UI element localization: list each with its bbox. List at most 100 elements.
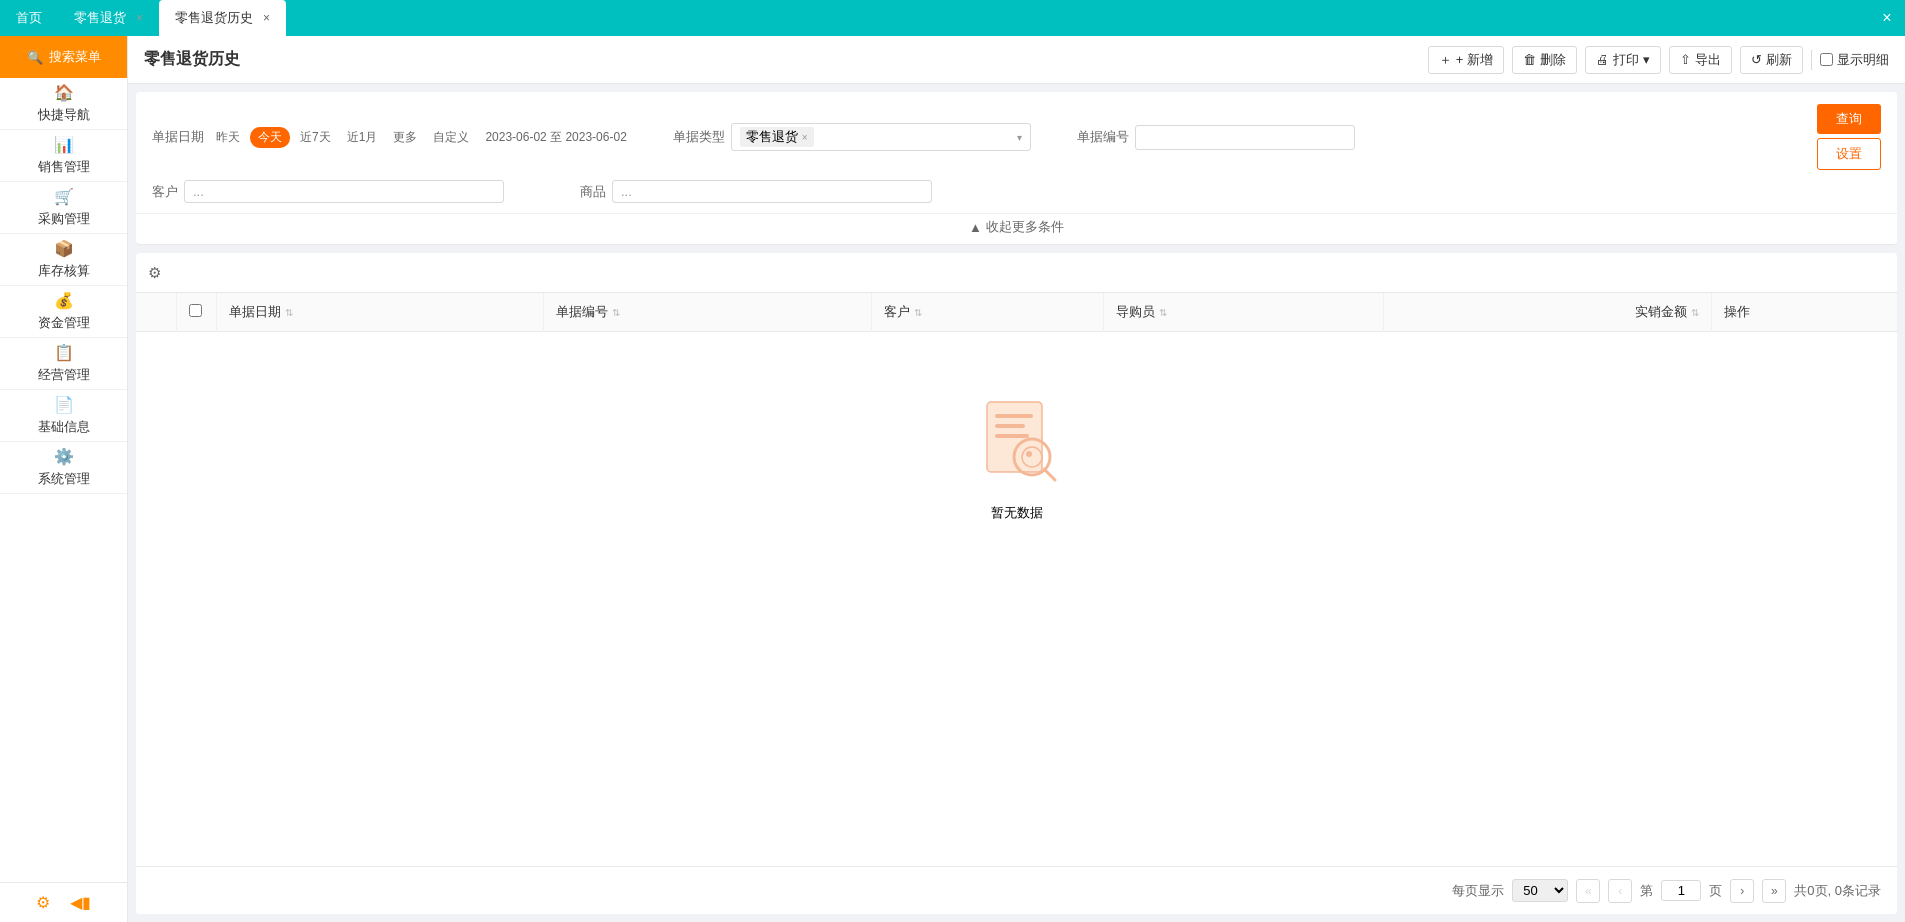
th-checkbox[interactable] [176, 293, 216, 332]
collapse-icon: ▲ [969, 220, 982, 235]
page-size-select[interactable]: 50 20 100 [1512, 879, 1568, 902]
th-customer[interactable]: 客户 ⇅ [871, 293, 1103, 332]
page-title: 零售退货历史 [144, 49, 1428, 70]
date-btn-last1m[interactable]: 近1月 [341, 127, 384, 148]
customer-label: 客户 [152, 183, 178, 201]
date-range-value: 2023-06-02 至 2023-06-02 [485, 129, 626, 146]
sidebar-nav: 🏠 快捷导航 📊 销售管理 🛒 采购管理 📦 库存核算 💰 资金管理 📋 [0, 78, 127, 882]
sidebar-item-quick-nav-label: 快捷导航 [38, 106, 90, 124]
page-input[interactable] [1661, 880, 1701, 901]
sidebar-item-purchase-mgmt[interactable]: 🛒 采购管理 [0, 182, 127, 234]
svg-point-5 [1022, 447, 1042, 467]
goods-label: 商品 [580, 183, 606, 201]
print-button[interactable]: 🖨 打印 ▾ [1585, 46, 1661, 74]
date-btn-last7[interactable]: 近7天 [294, 127, 337, 148]
action-buttons: 查询 设置 [1817, 104, 1881, 170]
tab-home[interactable]: 首页 [0, 0, 58, 36]
sidebar-search-label: 搜索菜单 [49, 48, 101, 66]
display-detail-checkbox[interactable] [1820, 53, 1833, 66]
sidebar-item-sales-mgmt[interactable]: 📊 销售管理 [0, 130, 127, 182]
export-button[interactable]: ⇧ 导出 [1669, 46, 1732, 74]
sidebar: 🔍 搜索菜单 🏠 快捷导航 📊 销售管理 🛒 采购管理 📦 库存核算 💰 [0, 36, 128, 922]
delete-button[interactable]: 🗑 删除 [1512, 46, 1577, 74]
date-btn-yesterday[interactable]: 昨天 [210, 127, 246, 148]
sidebar-item-operations-label: 经营管理 [38, 366, 90, 384]
audio-bottom-icon[interactable]: ◀▮ [70, 893, 91, 912]
select-all-checkbox[interactable] [189, 304, 202, 317]
refresh-label: 刷新 [1766, 51, 1792, 69]
sidebar-item-inventory[interactable]: 📦 库存核算 [0, 234, 127, 286]
date-btn-more[interactable]: 更多 [387, 127, 423, 148]
settings-bottom-icon[interactable]: ⚙ [36, 893, 50, 912]
sidebar-item-system-mgmt-label: 系统管理 [38, 470, 90, 488]
date-buttons: 昨天 今天 近7天 近1月 更多 自定义 [210, 127, 475, 148]
type-tag: 零售退货 × [740, 127, 814, 147]
table-settings-icon[interactable]: ⚙ [148, 264, 161, 282]
sidebar-item-basic-info-label: 基础信息 [38, 418, 90, 436]
refresh-button[interactable]: ↺ 刷新 [1740, 46, 1803, 74]
next-page-button[interactable]: › [1730, 879, 1754, 903]
page-size-label: 每页显示 [1452, 882, 1504, 900]
th-settings [136, 293, 176, 332]
number-input[interactable] [1135, 125, 1355, 150]
th-amount[interactable]: 实销金额 ⇅ [1383, 293, 1711, 332]
svg-point-7 [1026, 451, 1032, 457]
table-scroll[interactable]: 单据日期 ⇅ 单据编号 ⇅ [136, 293, 1897, 866]
type-tag-close[interactable]: × [802, 132, 808, 143]
th-guide-label: 导购员 [1116, 303, 1155, 321]
tab-retail-return-close[interactable]: × [136, 11, 143, 25]
set-button[interactable]: 设置 [1817, 138, 1881, 170]
date-btn-today[interactable]: 今天 [250, 127, 290, 148]
th-guide-sort-icon: ⇅ [1159, 307, 1167, 318]
type-label: 单据类型 [673, 128, 725, 146]
th-date[interactable]: 单据日期 ⇅ [216, 293, 544, 332]
refresh-icon: ↺ [1751, 52, 1762, 67]
first-page-button[interactable]: « [1576, 879, 1600, 903]
type-select[interactable]: 零售退货 × ▾ [731, 123, 1031, 151]
th-number[interactable]: 单据编号 ⇅ [544, 293, 872, 332]
top-bar: 首页 零售退货 × 零售退货历史 × × [0, 0, 1905, 36]
customer-select[interactable]: ... [184, 180, 504, 203]
print-label: 打印 [1613, 51, 1639, 69]
table-header-row: 单据日期 ⇅ 单据编号 ⇅ [136, 293, 1897, 332]
display-detail-check[interactable]: 显示明细 [1820, 51, 1889, 69]
window-close-button[interactable]: × [1869, 0, 1905, 36]
tab-retail-return[interactable]: 零售退货 × [58, 0, 159, 36]
th-number-label: 单据编号 [556, 303, 608, 321]
sidebar-item-quick-nav[interactable]: 🏠 快捷导航 [0, 78, 127, 130]
th-guide[interactable]: 导购员 ⇅ [1103, 293, 1383, 332]
operations-icon: 📋 [54, 343, 74, 362]
number-filter: 单据编号 [1077, 125, 1355, 150]
sidebar-search[interactable]: 🔍 搜索菜单 [0, 36, 127, 78]
filter-area: 单据日期 昨天 今天 近7天 近1月 更多 自定义 2023-06-02 至 2… [136, 92, 1897, 245]
sidebar-item-operations[interactable]: 📋 经营管理 [0, 338, 127, 390]
tab-retail-return-history[interactable]: 零售退货历史 × [159, 0, 286, 36]
goods-select[interactable]: ... [612, 180, 932, 203]
toolbar: ＋ + 新增 🗑 删除 🖨 打印 ▾ ⇧ 导出 ↺ [1428, 46, 1889, 74]
collapse-button[interactable]: ▲ 收起更多条件 [136, 213, 1897, 240]
sidebar-item-basic-info[interactable]: 📄 基础信息 [0, 390, 127, 442]
table-toolbar: ⚙ [136, 253, 1897, 293]
new-button[interactable]: ＋ + 新增 [1428, 46, 1504, 74]
tab-retail-return-label: 零售退货 [74, 9, 126, 27]
search-icon: 🔍 [27, 50, 43, 65]
th-amount-sort-icon: ⇅ [1691, 307, 1699, 318]
pagination-bar: 每页显示 50 20 100 « ‹ 第 页 › » 共0页, 0条记录 [136, 866, 1897, 914]
svg-rect-2 [995, 424, 1025, 428]
sidebar-item-finance[interactable]: 💰 资金管理 [0, 286, 127, 338]
empty-icon [967, 392, 1067, 492]
prev-page-button[interactable]: ‹ [1608, 879, 1632, 903]
customer-ellipsis: ... [193, 184, 204, 199]
collapse-label: 收起更多条件 [986, 218, 1064, 236]
last-page-button[interactable]: » [1762, 879, 1786, 903]
date-btn-custom[interactable]: 自定义 [427, 127, 475, 148]
customer-filter: 客户 ... [152, 180, 504, 203]
goods-ellipsis: ... [621, 184, 632, 199]
new-label: + 新增 [1456, 51, 1493, 69]
sidebar-item-system-mgmt[interactable]: ⚙️ 系统管理 [0, 442, 127, 494]
th-date-sort-icon: ⇅ [285, 307, 293, 318]
basic-info-icon: 📄 [54, 395, 74, 414]
number-label: 单据编号 [1077, 128, 1129, 146]
tab-retail-return-history-close[interactable]: × [263, 11, 270, 25]
query-button[interactable]: 查询 [1817, 104, 1881, 134]
